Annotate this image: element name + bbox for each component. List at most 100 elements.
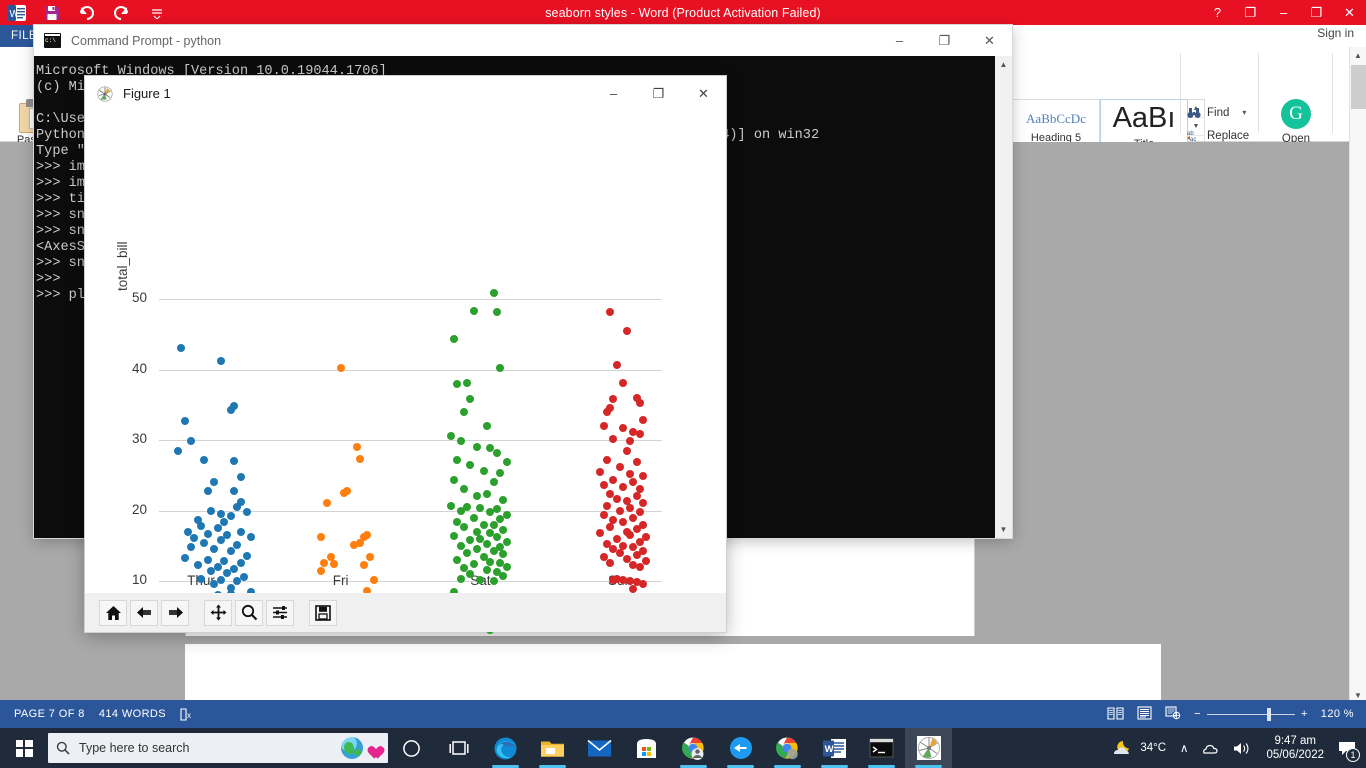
data-point [606, 522, 615, 531]
word-title-text: seaborn styles - Word (Product Activatio… [545, 5, 821, 20]
find-caret-icon[interactable]: ▾ [1242, 108, 1246, 117]
figure-window-controls: – ❐ ✕ [591, 76, 726, 111]
matplotlib-icon [97, 85, 113, 102]
taskbar-item-mail[interactable] [576, 728, 623, 768]
data-point [459, 523, 468, 532]
data-point [230, 565, 238, 573]
scrollbar-thumb[interactable] [1350, 65, 1366, 109]
cmd-minimize-button[interactable]: – [877, 25, 922, 56]
y-axis-tick-label: 30 [131, 431, 147, 446]
data-point [632, 524, 641, 533]
taskbar-item-edge[interactable] [482, 728, 529, 768]
data-point [473, 492, 482, 501]
task-view-icon [448, 740, 469, 755]
zoom-slider[interactable]: − + [1194, 707, 1308, 721]
data-point [239, 572, 248, 581]
document-vertical-scrollbar[interactable]: ▲ ▼ [1349, 47, 1366, 704]
page-indicator[interactable]: PAGE 7 OF 8 [14, 708, 85, 720]
zoom-out-button[interactable]: − [1194, 708, 1201, 720]
taskbar-item-word[interactable]: W [811, 728, 858, 768]
cmd-maximize-button[interactable]: ❐ [922, 25, 967, 56]
command-prompt-title-bar[interactable]: Command Prompt - python – ❐ ✕ [34, 25, 1012, 56]
redo-icon[interactable] [109, 1, 135, 25]
taskbar-item-teamviewer[interactable] [717, 728, 764, 768]
print-layout-icon[interactable] [1137, 705, 1152, 723]
show-hidden-icons-button[interactable]: ∧ [1173, 728, 1195, 768]
data-point [482, 421, 491, 430]
command-prompt-scrollbar[interactable]: ▲ ▼ [995, 56, 1012, 538]
taskbar-item-command-prompt[interactable] [858, 728, 905, 768]
data-point [216, 510, 225, 519]
home-button[interactable] [99, 599, 127, 626]
matplotlib-figure-window[interactable]: Figure 1 – ❐ ✕ 1020304050ThurFriSatSun t… [85, 76, 726, 634]
taskbar-item-file-explorer[interactable] [529, 728, 576, 768]
taskbar-item-matplotlib-figure[interactable] [905, 728, 952, 768]
data-point [492, 307, 501, 316]
find-button[interactable]: Find ▾ [1186, 101, 1272, 124]
word-help-button[interactable]: ? [1201, 0, 1234, 25]
subplots-button[interactable] [266, 599, 294, 626]
data-point [236, 473, 245, 482]
weather-widget[interactable]: 34°C [1105, 728, 1173, 768]
cmd-close-button[interactable]: ✕ [967, 25, 1012, 56]
data-point [622, 447, 631, 456]
pan-button[interactable] [204, 599, 232, 626]
taskbar-item-microsoft-store[interactable] [623, 728, 670, 768]
zoom-track[interactable] [1206, 707, 1295, 721]
zoom-button[interactable] [235, 599, 263, 626]
data-point [190, 533, 199, 542]
proofing-errors-icon[interactable]: x [180, 707, 194, 721]
word-close-button[interactable]: ✕ [1333, 0, 1366, 25]
find-label: Find [1207, 106, 1230, 119]
replace-label: Replace [1207, 129, 1250, 142]
data-point [226, 512, 235, 521]
command-prompt-window-controls: – ❐ ✕ [877, 25, 1012, 56]
figure-navigation-toolbar[interactable] [85, 593, 726, 632]
start-button[interactable] [0, 728, 48, 768]
data-point [359, 561, 368, 570]
temperature-label: 34°C [1140, 742, 1167, 754]
figure-title-bar[interactable]: Figure 1 – ❐ ✕ [85, 76, 726, 111]
search-illustration [341, 737, 380, 759]
save-icon[interactable] [39, 1, 65, 25]
forward-button[interactable] [161, 599, 189, 626]
volume-icon[interactable] [1226, 728, 1258, 768]
save-button[interactable] [309, 599, 337, 626]
word-count[interactable]: 414 WORDS [99, 708, 166, 720]
command-prompt-title-text: Command Prompt - python [71, 33, 222, 48]
word-minimize-button[interactable]: – [1267, 0, 1300, 25]
cmd-scroll-down-icon[interactable]: ▼ [995, 521, 1012, 538]
taskbar-item-chrome[interactable] [764, 728, 811, 768]
taskbar-item-chrome-profile[interactable] [670, 728, 717, 768]
taskbar-search-box[interactable]: Type here to search [48, 733, 388, 763]
word-logo-icon: W [4, 1, 30, 25]
back-button[interactable] [130, 599, 158, 626]
figure-close-button[interactable]: ✕ [681, 76, 726, 111]
zoom-level-label[interactable]: 120 % [1321, 708, 1354, 720]
taskbar-item-task-view[interactable] [435, 728, 482, 768]
plot-axes[interactable]: 1020304050ThurFriSatSun [85, 111, 726, 634]
zoom-in-button[interactable]: + [1301, 708, 1308, 720]
figure-canvas[interactable]: 1020304050ThurFriSatSun total_bill day [85, 111, 726, 634]
customize-qat-icon[interactable] [144, 1, 170, 25]
taskbar-clock[interactable]: 9:47 am 05/06/2022 [1258, 734, 1332, 762]
cmd-scroll-up-icon[interactable]: ▲ [995, 56, 1012, 73]
data-point [602, 407, 611, 416]
figure-maximize-button[interactable]: ❐ [636, 76, 681, 111]
zoom-knob[interactable] [1266, 707, 1271, 721]
read-mode-icon[interactable] [1107, 706, 1124, 723]
data-point [449, 476, 458, 485]
taskbar-item-cortana[interactable] [388, 728, 435, 768]
data-point [197, 574, 205, 583]
onedrive-icon[interactable] [1195, 728, 1226, 768]
web-layout-icon[interactable] [1165, 705, 1181, 723]
data-point [616, 506, 624, 515]
word-restore-button[interactable]: ❐ [1300, 0, 1333, 25]
word-ribbon-display-button[interactable]: ❐ [1234, 0, 1267, 25]
grammarly-logo-icon[interactable]: G [1281, 99, 1311, 129]
undo-icon[interactable] [74, 1, 100, 25]
sign-in-link[interactable]: Sign in [1317, 26, 1354, 40]
notifications-button[interactable]: 1 [1332, 728, 1362, 768]
scroll-up-icon[interactable]: ▲ [1350, 47, 1366, 64]
figure-minimize-button[interactable]: – [591, 76, 636, 111]
